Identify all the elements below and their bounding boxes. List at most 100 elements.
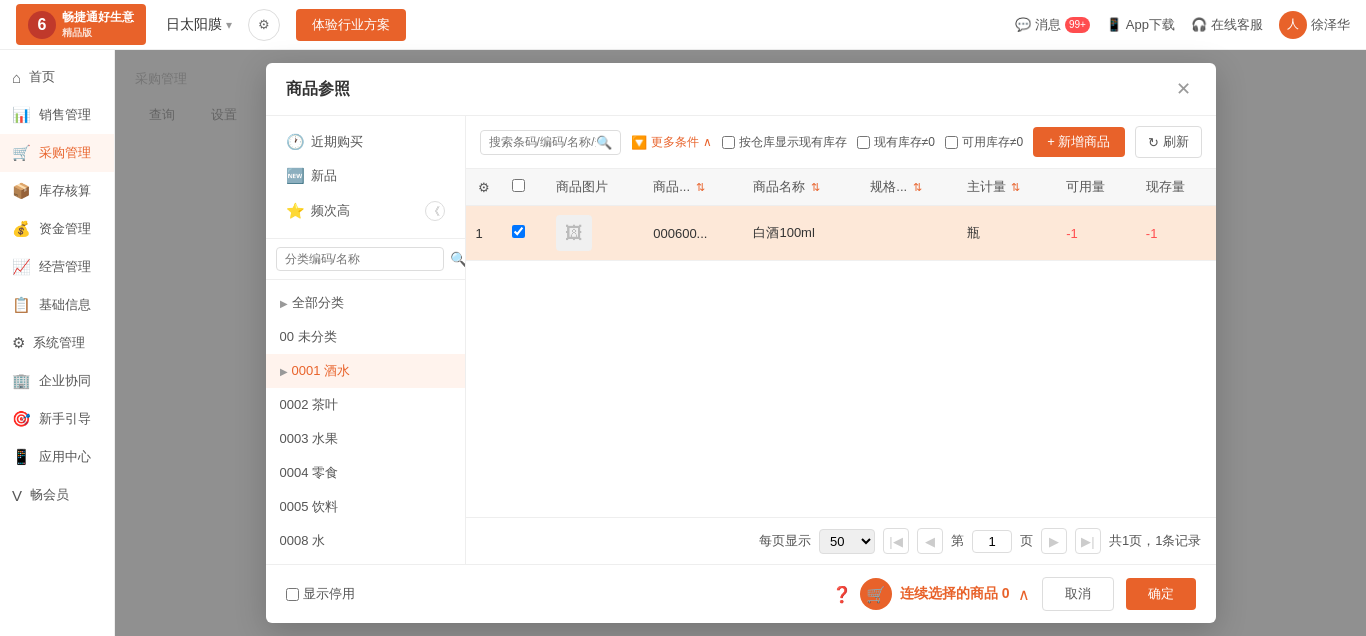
collapse-arrow-icon[interactable]: ∧ bbox=[1018, 585, 1030, 604]
th-image: 商品图片 bbox=[546, 169, 643, 206]
messages-badge: 99+ bbox=[1065, 17, 1090, 33]
th-spec[interactable]: 规格... ⇅ bbox=[860, 169, 956, 206]
category-search-input[interactable] bbox=[276, 247, 444, 271]
row-image-cell: 🖼 bbox=[546, 206, 643, 261]
category-item-0005[interactable]: 0005 饮料 bbox=[266, 490, 465, 524]
category-item-0001[interactable]: ▶ 0001 酒水 bbox=[266, 354, 465, 388]
product-table: ⚙ 商品图片 商品... ⇅ 商品名称 ⇅ 规格... ⇅ 主计量 ⇅ 可用量 bbox=[466, 169, 1216, 261]
table-settings-col[interactable]: ⚙ bbox=[466, 169, 502, 206]
modal-body: 🕐 近期购买 🆕 新品 ⭐ 频次高 《 bbox=[266, 116, 1216, 564]
page-input[interactable] bbox=[972, 530, 1012, 553]
row-stock: -1 bbox=[1136, 206, 1216, 261]
sidebar-item-ops[interactable]: 📈经营管理 bbox=[0, 248, 114, 286]
modal-footer: 显示停用 ❓ 🛒 连续选择的商品 0 ∧ 取消 确定 bbox=[266, 564, 1216, 623]
logo-text: 畅捷通好生意 精品版 bbox=[62, 10, 134, 39]
row-checkbox-cell[interactable] bbox=[502, 206, 547, 261]
category-item-0004[interactable]: 0004 零食 bbox=[266, 456, 465, 490]
row-checkbox[interactable] bbox=[512, 225, 525, 238]
row-unit: 瓶 bbox=[957, 206, 1056, 261]
product-search-input[interactable] bbox=[489, 135, 596, 149]
store-selector[interactable]: 日太阳膜 ▾ bbox=[166, 16, 232, 34]
category-search-icon[interactable]: 🔍 bbox=[450, 251, 466, 267]
prev-page-btn[interactable]: ◀ bbox=[917, 528, 943, 554]
available-stock-checkbox[interactable]: 现有库存≠0 bbox=[857, 134, 935, 151]
warehouse-stock-check[interactable] bbox=[722, 136, 735, 149]
main-layout: ⌂首页📊销售管理🛒采购管理📦库存核算💰资金管理📈经营管理📋基础信息⚙系统管理🏢企… bbox=[0, 50, 1366, 636]
sidebar-item-guide[interactable]: 🎯新手引导 bbox=[0, 400, 114, 438]
refresh-button[interactable]: ↻ 刷新 bbox=[1135, 126, 1202, 158]
sidebar-item-stock[interactable]: 📦库存核算 bbox=[0, 172, 114, 210]
settings-button[interactable]: ⚙ bbox=[248, 9, 280, 41]
table-row[interactable]: 1 🖼 000600... 白酒100ml 瓶 bbox=[466, 206, 1216, 261]
table-checkbox-col[interactable] bbox=[502, 169, 547, 206]
table-header: ⚙ 商品图片 商品... ⇅ 商品名称 ⇅ 规格... ⇅ 主计量 ⇅ 可用量 bbox=[466, 169, 1216, 206]
refresh-icon: ↻ bbox=[1148, 135, 1159, 150]
user-profile[interactable]: 人 徐泽华 bbox=[1279, 11, 1350, 39]
app-download-item[interactable]: 📱 App下载 bbox=[1106, 16, 1175, 34]
category-item-00[interactable]: 00 未分类 bbox=[266, 320, 465, 354]
modal-header: 商品参照 ✕ bbox=[266, 63, 1216, 116]
new-product-button[interactable]: + 新增商品 bbox=[1033, 127, 1124, 157]
right-panel: 🔍 🔽 更多条件 ∧ 按仓库显示现有库存 bbox=[466, 116, 1216, 564]
row-spec bbox=[860, 206, 956, 261]
last-page-btn[interactable]: ▶| bbox=[1075, 528, 1101, 554]
total-info: 共1页，1条记录 bbox=[1109, 532, 1201, 550]
modal-overlay: 商品参照 ✕ 🕐 近期购买 bbox=[115, 50, 1366, 636]
sidebar-item-basic[interactable]: 📋基础信息 bbox=[0, 286, 114, 324]
filter-icon: 🔽 bbox=[631, 135, 647, 150]
category-item-0003[interactable]: 0003 水果 bbox=[266, 422, 465, 456]
select-all-checkbox[interactable] bbox=[512, 179, 525, 192]
show-disabled-checkbox[interactable]: 显示停用 bbox=[286, 585, 355, 603]
cancel-button[interactable]: 取消 bbox=[1042, 577, 1114, 611]
row-index: 1 bbox=[466, 206, 502, 261]
quick-nav: 🕐 近期购买 🆕 新品 ⭐ 频次高 《 bbox=[266, 116, 465, 239]
sidebar-item-appstore[interactable]: 📱应用中心 bbox=[0, 438, 114, 476]
search-icon[interactable]: 🔍 bbox=[596, 135, 612, 150]
collapse-btn[interactable]: 《 bbox=[425, 201, 445, 221]
modal-close-button[interactable]: ✕ bbox=[1172, 77, 1196, 101]
help-icon[interactable]: ❓ bbox=[832, 585, 852, 604]
th-name[interactable]: 商品名称 ⇅ bbox=[743, 169, 860, 206]
cart-icon[interactable]: 🛒 bbox=[860, 578, 892, 610]
sidebar-item-purchase[interactable]: 🛒采购管理 bbox=[0, 134, 114, 172]
selected-count: 连续选择的商品 0 bbox=[900, 585, 1010, 603]
sidebar-item-enterprise[interactable]: 🏢企业协同 bbox=[0, 362, 114, 400]
sidebar-item-member[interactable]: V畅会员 bbox=[0, 476, 114, 514]
category-item-all[interactable]: ▶ 全部分类 bbox=[266, 286, 465, 320]
new-products-btn[interactable]: 🆕 新品 bbox=[276, 160, 455, 192]
purchase-icon: 🛒 bbox=[12, 144, 31, 162]
system-icon: ⚙ bbox=[12, 334, 25, 352]
page-unit: 页 bbox=[1020, 532, 1033, 550]
warehouse-stock-checkbox[interactable]: 按仓库显示现有库存 bbox=[722, 134, 847, 151]
cta-button[interactable]: 体验行业方案 bbox=[296, 9, 406, 41]
sidebar-item-system[interactable]: ⚙系统管理 bbox=[0, 324, 114, 362]
nav-middle: 日太阳膜 ▾ ⚙ 体验行业方案 bbox=[146, 9, 1015, 41]
more-filters-btn[interactable]: 🔽 更多条件 ∧ bbox=[631, 134, 712, 151]
messages-nav-item[interactable]: 💬 消息 99+ bbox=[1015, 16, 1090, 34]
sidebar-item-sales[interactable]: 📊销售管理 bbox=[0, 96, 114, 134]
avatar: 人 bbox=[1279, 11, 1307, 39]
first-page-btn[interactable]: |◀ bbox=[883, 528, 909, 554]
usable-stock-check[interactable] bbox=[945, 136, 958, 149]
appstore-icon: 📱 bbox=[12, 448, 31, 466]
product-search-wrap: 🔍 bbox=[480, 130, 621, 155]
available-stock-check[interactable] bbox=[857, 136, 870, 149]
page-size-select[interactable]: 50 10 20 100 bbox=[819, 529, 875, 554]
category-item-0008[interactable]: 0008 水 bbox=[266, 524, 465, 558]
sidebar-item-home[interactable]: ⌂首页 bbox=[0, 58, 114, 96]
usable-stock-checkbox[interactable]: 可用库存≠0 bbox=[945, 134, 1023, 151]
next-page-btn[interactable]: ▶ bbox=[1041, 528, 1067, 554]
category-item-0002[interactable]: 0002 茶叶 bbox=[266, 388, 465, 422]
th-unit[interactable]: 主计量 ⇅ bbox=[957, 169, 1056, 206]
th-code[interactable]: 商品... ⇅ bbox=[643, 169, 743, 206]
confirm-button[interactable]: 确定 bbox=[1126, 578, 1196, 610]
show-disabled-check[interactable] bbox=[286, 588, 299, 601]
nav-right: 💬 消息 99+ 📱 App下载 🎧 在线客服 人 徐泽华 bbox=[1015, 11, 1350, 39]
frequent-btn[interactable]: ⭐ 频次高 《 bbox=[276, 194, 455, 228]
page-size-label: 每页显示 bbox=[759, 532, 811, 550]
logo-icon: 6 bbox=[28, 11, 56, 39]
recent-purchase-btn[interactable]: 🕐 近期购买 bbox=[276, 126, 455, 158]
logo[interactable]: 6 畅捷通好生意 精品版 bbox=[16, 4, 146, 45]
sidebar-item-finance[interactable]: 💰资金管理 bbox=[0, 210, 114, 248]
online-service-item[interactable]: 🎧 在线客服 bbox=[1191, 16, 1263, 34]
